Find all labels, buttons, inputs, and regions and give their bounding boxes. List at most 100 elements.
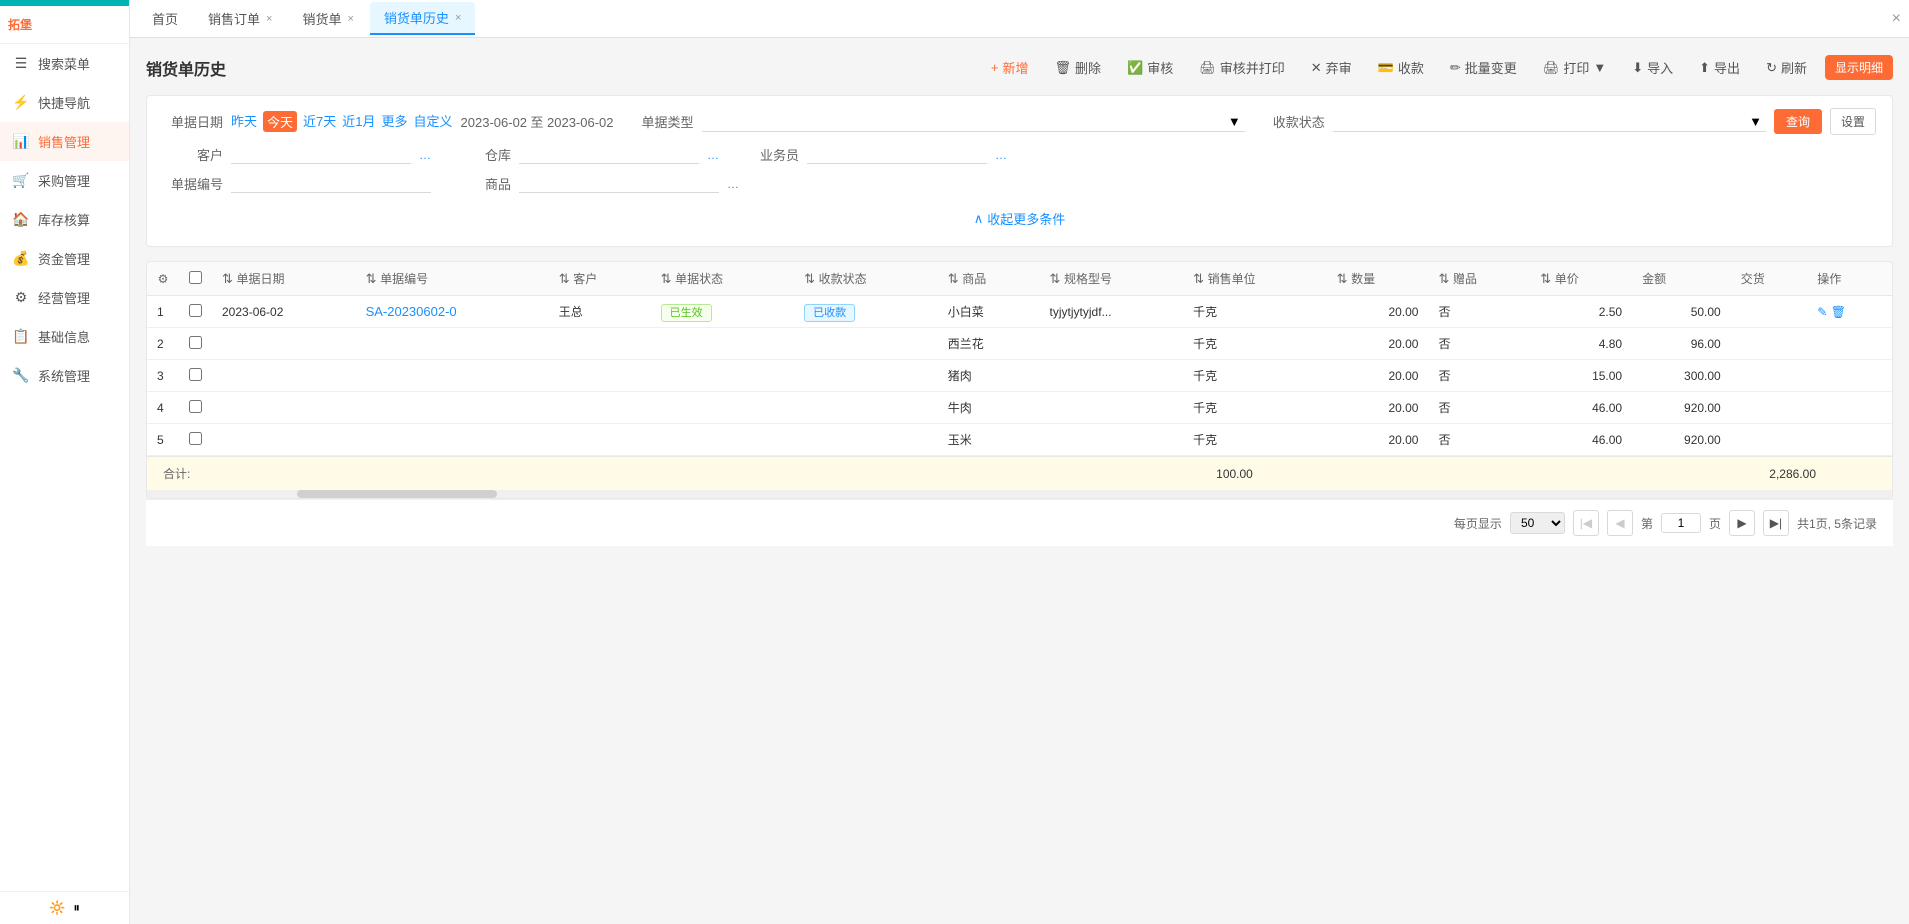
tab-sales-history[interactable]: 销货单历史 ×: [370, 2, 475, 35]
batch-change-button[interactable]: ✏ 批量变更: [1442, 54, 1525, 81]
doc-number-input[interactable]: [231, 174, 431, 193]
export-icon: ⬆: [1699, 60, 1710, 76]
payment-status-select[interactable]: ▼: [1333, 112, 1766, 132]
settings-button[interactable]: 设置: [1830, 108, 1876, 135]
tab-sales-goods[interactable]: 销货单 ×: [288, 3, 367, 34]
tab-sales-order[interactable]: 销售订单 ×: [194, 3, 286, 34]
import-button[interactable]: ⬇ 导入: [1624, 54, 1681, 81]
sidebar-item-sales[interactable]: 📊 销售管理: [0, 122, 129, 161]
col-transaction[interactable]: 交货: [1731, 262, 1808, 296]
doc-number-link[interactable]: SA-20230602-0: [366, 304, 457, 319]
sidebar-item-inventory[interactable]: 🏠 库存核算: [0, 200, 129, 239]
doc-type-select[interactable]: ▼: [702, 112, 1245, 132]
brightness-icon[interactable]: 🔆: [49, 900, 65, 916]
unit-cell: 千克: [1183, 360, 1327, 392]
col-price[interactable]: ⇅ 单价: [1530, 262, 1632, 296]
more-shortcut[interactable]: 更多: [382, 111, 408, 132]
row-checkbox[interactable]: [189, 304, 202, 317]
col-doc-number[interactable]: ⇅ 单据编号: [356, 262, 549, 296]
sidebar-item-finance[interactable]: 💰 资金管理: [0, 239, 129, 278]
col-doc-date[interactable]: ⇅ 单据日期: [212, 262, 356, 296]
checkbox-cell[interactable]: [179, 328, 212, 360]
checkbox-cell[interactable]: [179, 296, 212, 328]
per-page-select[interactable]: 50 100 200: [1510, 512, 1565, 534]
row-checkbox[interactable]: [189, 336, 202, 349]
refresh-button[interactable]: ↻ 刷新: [1758, 54, 1815, 81]
salesperson-more-button[interactable]: …: [995, 148, 1007, 162]
amount-cell: 300.00: [1632, 360, 1731, 392]
sidebar-item-search[interactable]: ☰ 搜索菜单: [0, 44, 129, 83]
yesterday-shortcut[interactable]: 昨天: [231, 111, 257, 132]
tab-close-sales-order[interactable]: ×: [266, 13, 272, 25]
custom-shortcut[interactable]: 自定义: [414, 111, 453, 132]
purchase-icon: 🛒: [12, 172, 30, 189]
action-编辑[interactable]: ✎: [1817, 305, 1827, 319]
delete-button[interactable]: 🗑 删除: [1047, 54, 1110, 81]
col-amount[interactable]: 金额: [1632, 262, 1731, 296]
today-shortcut[interactable]: 今天: [263, 111, 297, 132]
payment-status-cell: [794, 424, 938, 456]
seq-cell: 5: [147, 424, 179, 456]
goods-more-button[interactable]: …: [727, 177, 739, 191]
col-spec[interactable]: ⇅ 规格型号: [1040, 262, 1184, 296]
transaction-cell: [1731, 392, 1808, 424]
salesperson-input[interactable]: [807, 145, 987, 164]
export-button[interactable]: ⬆ 导出: [1691, 54, 1748, 81]
checkbox-col-header[interactable]: [179, 262, 212, 296]
sidebar-item-operation[interactable]: ⚙ 经营管理: [0, 278, 129, 317]
audit-button[interactable]: ✅ 审核: [1119, 54, 1181, 81]
abandon-button[interactable]: ✕ 弃审: [1303, 54, 1360, 81]
sidebar-item-system[interactable]: 🔧 系统管理: [0, 356, 129, 395]
window-close-button[interactable]: ×: [1892, 10, 1901, 28]
tab-close-sales-goods[interactable]: ×: [347, 13, 353, 25]
last-page-button[interactable]: ▶|: [1763, 510, 1789, 536]
1month-shortcut[interactable]: 近1月: [342, 111, 375, 132]
summary-row: 合计: 100.00 2,286.00: [147, 456, 1892, 490]
first-page-button[interactable]: |◀: [1573, 510, 1599, 536]
pause-icon[interactable]: ⏸: [73, 900, 80, 916]
price-cell: 46.00: [1530, 392, 1632, 424]
audit-print-button[interactable]: 🖨 审核并打印: [1191, 54, 1293, 81]
action-删除[interactable]: 🗑: [1831, 305, 1846, 319]
7days-shortcut[interactable]: 近7天: [303, 111, 336, 132]
sidebar-item-basic[interactable]: 📋 基础信息: [0, 317, 129, 356]
checkbox-cell[interactable]: [179, 424, 212, 456]
col-goods[interactable]: ⇅ 商品: [938, 262, 1040, 296]
sidebar-item-quicknav[interactable]: ⚡ 快捷导航: [0, 83, 129, 122]
col-gift[interactable]: ⇅ 赠品: [1428, 262, 1530, 296]
horizontal-scrollbar[interactable]: [147, 490, 1892, 498]
display-detail-button[interactable]: 显示明细: [1825, 55, 1893, 80]
scroll-thumb[interactable]: [297, 490, 497, 498]
checkbox-cell[interactable]: [179, 360, 212, 392]
col-doc-status[interactable]: ⇅ 单据状态: [651, 262, 795, 296]
customer-more-button[interactable]: …: [419, 148, 431, 162]
doc-status-badge: 已生效: [661, 304, 712, 322]
customer-input[interactable]: [231, 145, 411, 164]
goods-input[interactable]: [519, 174, 719, 193]
col-qty[interactable]: ⇅ 数量: [1327, 262, 1429, 296]
next-page-button[interactable]: ▶: [1729, 510, 1755, 536]
print-button[interactable]: 🖨 打印 ▼: [1535, 54, 1614, 81]
col-customer[interactable]: ⇅ 客户: [549, 262, 651, 296]
new-button[interactable]: + 新增: [983, 54, 1037, 81]
col-payment-status[interactable]: ⇅ 收款状态: [794, 262, 938, 296]
checkbox-cell[interactable]: [179, 392, 212, 424]
doc-status-cell: [651, 392, 795, 424]
warehouse-input[interactable]: [519, 145, 699, 164]
row-checkbox[interactable]: [189, 400, 202, 413]
col-unit[interactable]: ⇅ 销售单位: [1183, 262, 1327, 296]
row-checkbox[interactable]: [189, 432, 202, 445]
page-number-input[interactable]: 1: [1661, 513, 1701, 533]
sidebar-item-purchase[interactable]: 🛒 采购管理: [0, 161, 129, 200]
receive-button[interactable]: 💳 收款: [1370, 54, 1432, 81]
warehouse-more-button[interactable]: …: [707, 148, 719, 162]
settings-col-header[interactable]: ⚙: [147, 262, 179, 296]
tab-close-sales-history[interactable]: ×: [455, 12, 461, 24]
select-all-checkbox[interactable]: [189, 271, 202, 284]
doc-date-cell: [212, 328, 356, 360]
row-checkbox[interactable]: [189, 368, 202, 381]
collapse-filter-button[interactable]: ∧ 收起更多条件: [163, 203, 1876, 234]
prev-page-button[interactable]: ◀: [1607, 510, 1633, 536]
tab-home[interactable]: 首页: [138, 3, 192, 34]
query-button[interactable]: 查询: [1774, 109, 1822, 134]
